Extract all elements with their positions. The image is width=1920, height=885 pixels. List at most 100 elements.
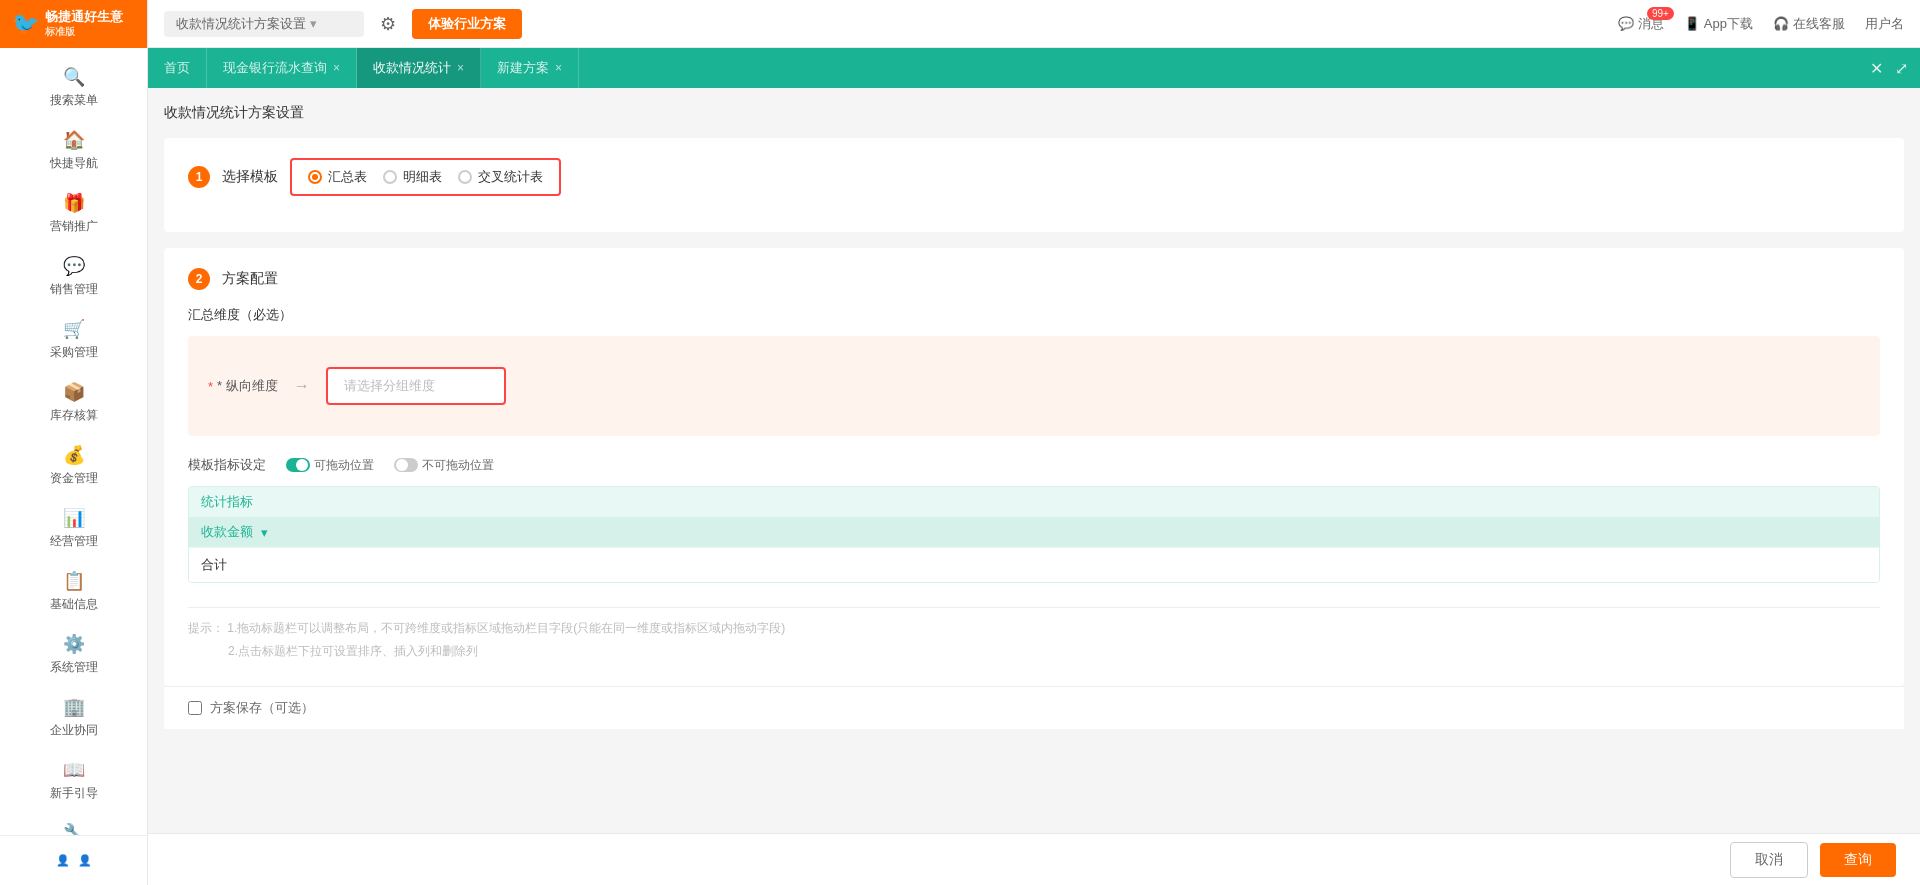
- stats-column-row[interactable]: 收款金额 ▾: [189, 517, 1879, 547]
- total-label: 合计: [201, 557, 227, 572]
- radio-summary[interactable]: 汇总表: [308, 168, 367, 186]
- radio-cross-label: 交叉统计表: [478, 168, 543, 186]
- radio-detail-circle: [383, 170, 397, 184]
- cancel-button[interactable]: 取消: [1730, 842, 1808, 878]
- close-window-icon[interactable]: ✕: [1870, 59, 1883, 78]
- step1-label: 选择模板: [222, 168, 278, 186]
- column-dropdown-icon[interactable]: ▾: [261, 525, 268, 540]
- radio-detail-label: 明细表: [403, 168, 442, 186]
- sidebar-item-label: 快捷导航: [50, 155, 98, 172]
- vertical-dim-label: * * 纵向维度: [208, 377, 278, 395]
- main-content: 收款情况统计方案设置 1 选择模板 汇总表 明细表 交叉统计表: [148, 88, 1920, 885]
- indicators-title: 模板指标设定: [188, 456, 266, 474]
- sidebar-item-operation[interactable]: 📊 经营管理: [0, 497, 147, 560]
- radio-detail[interactable]: 明细表: [383, 168, 442, 186]
- tab-receipt-stats-label: 收款情况统计: [373, 59, 451, 77]
- column-label: 收款金额: [201, 523, 253, 541]
- draggable-label: 可拖动位置: [314, 457, 374, 474]
- dim-arrow-icon: →: [294, 377, 310, 395]
- radio-summary-circle: [308, 170, 322, 184]
- query-button[interactable]: 查询: [1820, 843, 1896, 877]
- gear-icon: ⚙️: [63, 633, 85, 655]
- logo-icon: 🐦: [12, 11, 39, 37]
- sidebar-item-label: 库存核算: [50, 407, 98, 424]
- tab-home[interactable]: 首页: [148, 48, 207, 88]
- tab-cash-bank-label: 现金银行流水查询: [223, 59, 327, 77]
- step2-row: 2 方案配置: [188, 268, 1880, 290]
- dimension-select[interactable]: 请选择分组维度: [326, 367, 506, 405]
- bottom-bar: 方案保存（可选）: [164, 686, 1904, 729]
- template-select-box: 汇总表 明细表 交叉统计表: [290, 158, 561, 196]
- trial-button[interactable]: 体验行业方案: [412, 9, 522, 39]
- non-draggable-label: 不可拖动位置: [422, 457, 494, 474]
- sidebar-item-sales[interactable]: 💬 销售管理: [0, 245, 147, 308]
- dimension-placeholder: 请选择分组维度: [344, 378, 435, 393]
- sidebar-item-label: 新手引导: [50, 785, 98, 802]
- box-icon: 📦: [63, 381, 85, 403]
- save-checkbox[interactable]: [188, 701, 202, 715]
- wrench-icon: 🔧: [63, 822, 85, 835]
- dimension-area: * * 纵向维度 → 请选择分组维度: [188, 336, 1880, 436]
- app-version: 标准版: [45, 25, 123, 39]
- tab-cash-bank-close-icon[interactable]: ×: [333, 61, 340, 75]
- sales-icon: 💬: [63, 255, 85, 277]
- sidebar-item-base-info[interactable]: 📋 基础信息: [0, 560, 147, 623]
- tab-home-label: 首页: [164, 59, 190, 77]
- cart-icon: 🛒: [63, 318, 85, 340]
- breadcrumb-text: 收款情况统计方案设置: [176, 15, 306, 33]
- tab-cash-bank[interactable]: 现金银行流水查询 ×: [207, 48, 357, 88]
- tab-receipt-stats[interactable]: 收款情况统计 ×: [357, 48, 481, 88]
- sidebar-item-label: 采购管理: [50, 344, 98, 361]
- sidebar-item-search-menu[interactable]: 🔍 搜索菜单: [0, 56, 147, 119]
- radio-summary-label: 汇总表: [328, 168, 367, 186]
- save-label: 方案保存（可选）: [210, 699, 314, 717]
- header-right: 💬 消息 99+ 📱 App下载 🎧 在线客服 用户名: [1618, 15, 1904, 33]
- breadcrumb-arrow-icon: ▾: [310, 16, 317, 31]
- sidebar-item-quick-nav[interactable]: 🏠 快捷导航: [0, 119, 147, 182]
- user-name: 用户名: [1865, 15, 1904, 33]
- radio-cross-circle: [458, 170, 472, 184]
- sidebar-item-marketing[interactable]: 🎁 营销推广: [0, 182, 147, 245]
- online-service-label: 在线客服: [1793, 15, 1845, 33]
- tabs-bar: 首页 现金银行流水查询 × 收款情况统计 × 新建方案 × ✕ ⤢: [148, 48, 1920, 88]
- building-icon: 🏢: [63, 696, 85, 718]
- tab-new-plan-close-icon[interactable]: ×: [555, 61, 562, 75]
- search-menu-icon: 🔍: [63, 66, 85, 88]
- sidebar-item-system[interactable]: ⚙️ 系统管理: [0, 623, 147, 686]
- messages-button[interactable]: 💬 消息 99+: [1618, 15, 1664, 33]
- sidebar-item-finance[interactable]: 💰 资金管理: [0, 434, 147, 497]
- step2-number: 2: [188, 268, 210, 290]
- maximize-window-icon[interactable]: ⤢: [1895, 59, 1908, 78]
- user-avatar-icon: 👤: [56, 854, 70, 867]
- sidebar-item-user[interactable]: 👤 👤: [0, 844, 147, 877]
- settings-icon[interactable]: ⚙: [376, 9, 400, 39]
- indicators-section: 模板指标设定 可拖动位置 不可拖动位置 统计指标 收款金额 ▾: [188, 456, 1880, 583]
- app-name: 畅捷通好生意: [45, 9, 123, 25]
- non-draggable-badge: 不可拖动位置: [394, 457, 494, 474]
- headset-icon: 🎧: [1773, 16, 1789, 31]
- page-title: 收款情况统计方案设置: [164, 104, 1904, 122]
- sidebar-item-label: 经营管理: [50, 533, 98, 550]
- sidebar-item-label: 系统管理: [50, 659, 98, 676]
- sidebar-item-label: 资金管理: [50, 470, 98, 487]
- stats-table-header: 统计指标: [189, 487, 1879, 517]
- user-avatar-icon2: 👤: [78, 854, 92, 867]
- app-download-button[interactable]: 📱 App下载: [1684, 15, 1753, 33]
- radio-cross[interactable]: 交叉统计表: [458, 168, 543, 186]
- home-icon: 🏠: [63, 129, 85, 151]
- dimension-title: 汇总维度（必选）: [188, 306, 1880, 324]
- sidebar-item-inventory[interactable]: 📦 库存核算: [0, 371, 147, 434]
- clipboard-icon: 📋: [63, 570, 85, 592]
- stats-table: 统计指标 收款金额 ▾ 合计: [188, 486, 1880, 583]
- sidebar-item-hardware[interactable]: 🔧 智能硬件: [0, 812, 147, 835]
- tab-new-plan[interactable]: 新建方案 ×: [481, 48, 579, 88]
- sidebar-bottom: 👤 👤: [0, 835, 147, 885]
- online-service-button[interactable]: 🎧 在线客服: [1773, 15, 1845, 33]
- sidebar-item-label: 销售管理: [50, 281, 98, 298]
- user-info[interactable]: 用户名: [1865, 15, 1904, 33]
- vertical-label-text: * 纵向维度: [217, 377, 278, 395]
- sidebar-item-guide[interactable]: 📖 新手引导: [0, 749, 147, 812]
- tab-receipt-stats-close-icon[interactable]: ×: [457, 61, 464, 75]
- sidebar-item-purchase[interactable]: 🛒 采购管理: [0, 308, 147, 371]
- sidebar-item-enterprise[interactable]: 🏢 企业协同: [0, 686, 147, 749]
